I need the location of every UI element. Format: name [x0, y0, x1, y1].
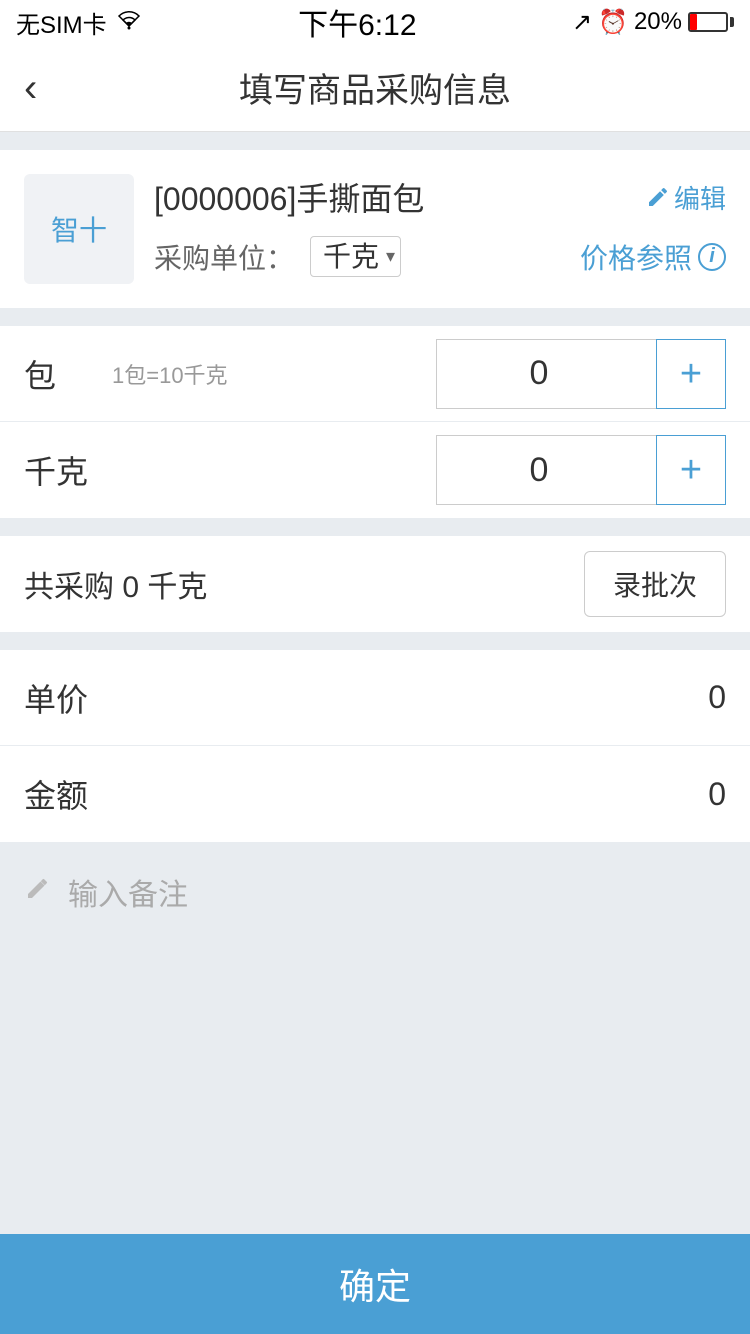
kg-label: 千克 [24, 447, 104, 493]
location-icon: ↗ [572, 8, 592, 37]
summary-prefix: 共采购 [24, 571, 114, 604]
bag-row: 包 1包=10千克 + [0, 326, 750, 422]
separator-top [0, 132, 750, 150]
bag-input[interactable] [436, 339, 656, 409]
product-unit-row: 采购单位： 千克 包 价格参照 i [154, 236, 726, 277]
bag-sub-label: 1包=10千克 [112, 358, 228, 390]
content-area [0, 942, 750, 1252]
unit-label: 采购单位： [154, 237, 294, 277]
summary-section: 共采购 0 千克 录批次 [0, 536, 750, 632]
product-name-row: [0000006]手撕面包 编辑 [154, 174, 726, 220]
back-button[interactable]: ‹ [24, 68, 37, 108]
note-section[interactable]: 输入备注 [0, 842, 750, 942]
nav-bar: ‹ 填写商品采购信息 [0, 44, 750, 132]
product-image: 智十 [24, 174, 134, 284]
kg-input-group: + [436, 435, 726, 505]
separator-summary [0, 518, 750, 536]
amount-label: 金额 [24, 771, 88, 817]
kg-input[interactable] [436, 435, 656, 505]
record-batch-button[interactable]: 录批次 [584, 551, 726, 617]
wifi-icon [115, 8, 143, 37]
pencil-icon [24, 874, 52, 910]
status-time: 下午6:12 [298, 0, 416, 44]
summary-row: 共采购 0 千克 录批次 [0, 536, 750, 632]
unit-select-wrapper[interactable]: 千克 包 [310, 236, 401, 277]
summary-unit: 千克 [147, 571, 207, 604]
unit-select[interactable]: 千克 包 [310, 236, 401, 277]
unit-price-row: 单价 0 [0, 650, 750, 746]
kg-plus-button[interactable]: + [656, 435, 726, 505]
pricing-section: 单价 0 金额 0 [0, 650, 750, 842]
amount-value: 0 [708, 776, 726, 813]
status-left: 无SIM卡 [16, 5, 143, 40]
edit-button[interactable]: 编辑 [646, 179, 726, 216]
separator-mid [0, 308, 750, 326]
summary-amount: 0 [122, 571, 139, 604]
unit-price-value: 0 [708, 679, 726, 716]
page-title: 填写商品采购信息 [239, 63, 511, 112]
bag-plus-button[interactable]: + [656, 339, 726, 409]
product-card: 智十 [0000006]手撕面包 编辑 采购单位： 千克 包 价格参照 i [0, 150, 750, 308]
amount-row: 金额 0 [0, 746, 750, 842]
bag-label: 包 [24, 351, 104, 397]
summary-text: 共采购 0 千克 [24, 562, 207, 606]
price-ref-button[interactable]: 价格参照 i [580, 237, 726, 277]
price-ref-label: 价格参照 [580, 237, 692, 277]
info-icon: i [698, 243, 726, 271]
note-placeholder: 输入备注 [68, 870, 188, 914]
confirm-button[interactable]: 确定 [0, 1234, 750, 1334]
bag-input-group: + [436, 339, 726, 409]
status-right: ↗ ⏰ 20% [572, 8, 734, 37]
kg-row: 千克 + [0, 422, 750, 518]
battery-percent: 20% [634, 8, 682, 36]
status-bar: 无SIM卡 下午6:12 ↗ ⏰ 20% [0, 0, 750, 44]
carrier-label: 无SIM卡 [16, 5, 107, 40]
battery-indicator [688, 12, 734, 32]
unit-price-label: 单价 [24, 675, 88, 721]
product-info: [0000006]手撕面包 编辑 采购单位： 千克 包 价格参照 i [154, 174, 726, 277]
product-logo-text: 智十 [51, 209, 107, 249]
product-full-name: [0000006]手撕面包 [154, 174, 424, 220]
separator-pricing [0, 632, 750, 650]
alarm-icon: ⏰ [598, 8, 628, 37]
quantity-form-section: 包 1包=10千克 + 千克 + [0, 326, 750, 518]
